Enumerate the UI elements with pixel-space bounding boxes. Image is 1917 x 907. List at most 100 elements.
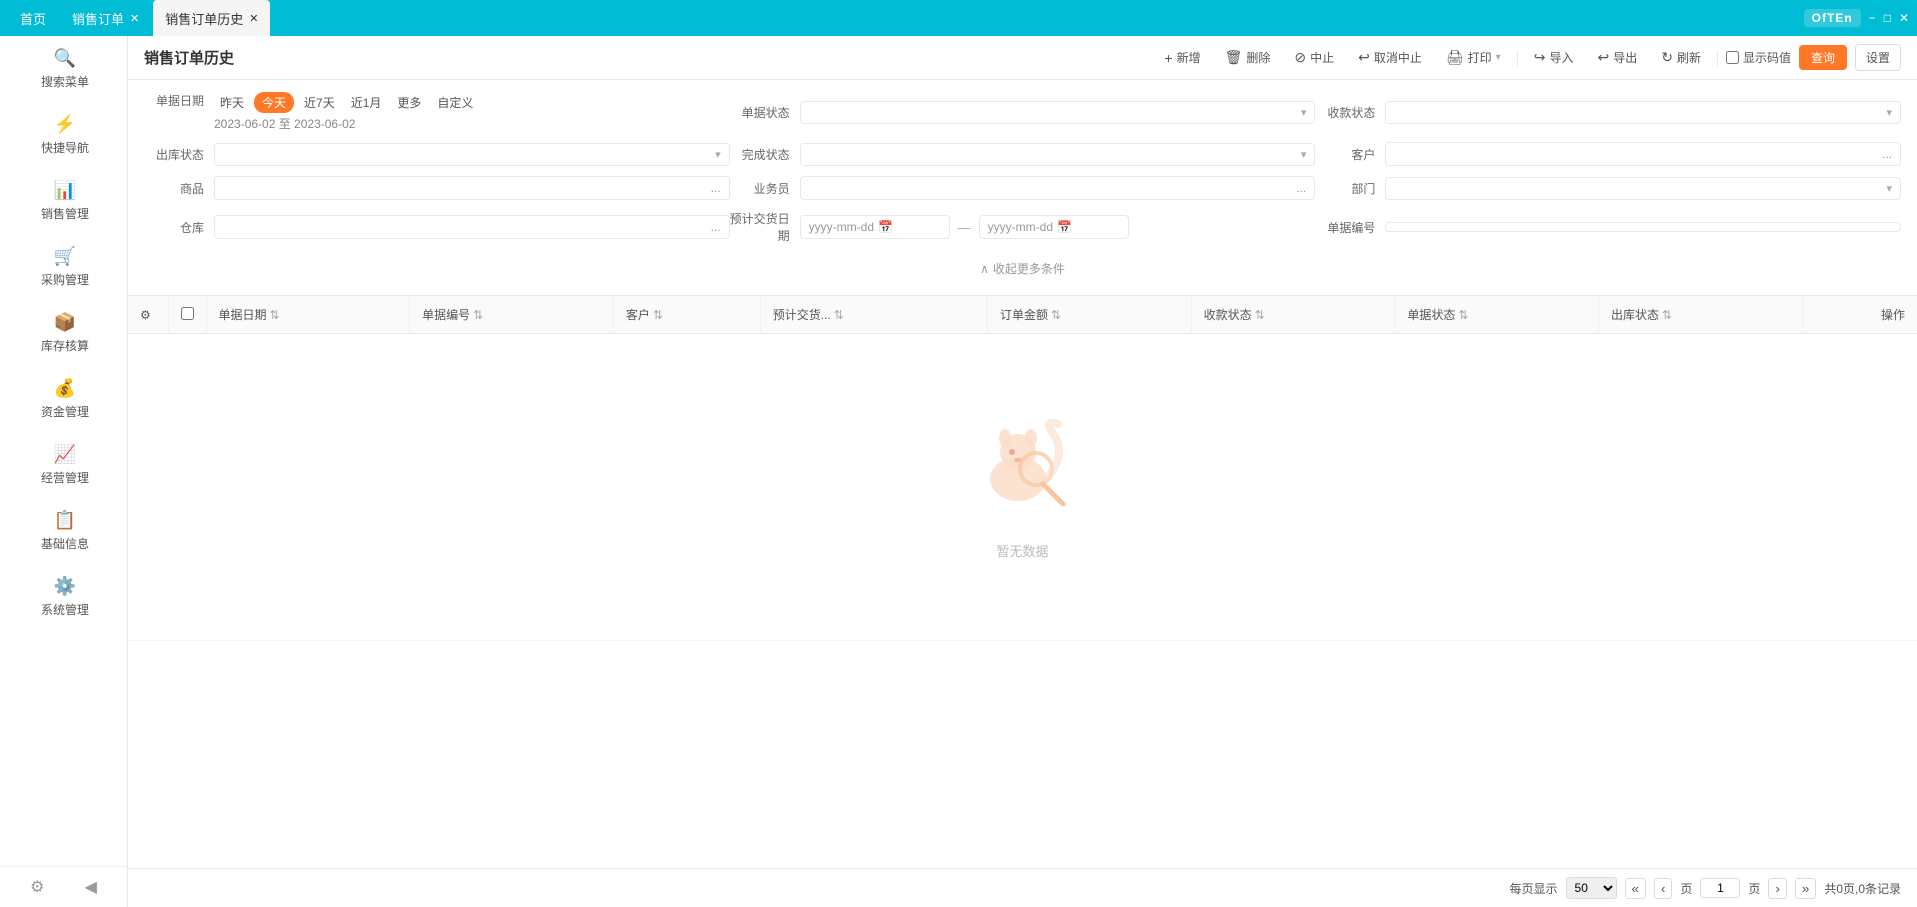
warehouse-select[interactable]: ...: [214, 215, 730, 239]
date-custom[interactable]: 自定义: [431, 92, 479, 113]
th-customer[interactable]: 客户 ⇅: [613, 296, 760, 334]
sidebar-bottom: ⚙ ◀: [0, 866, 127, 907]
th-stock-status[interactable]: 出库状态 ⇅: [1598, 296, 1802, 334]
import-button[interactable]: ↪ 导入: [1526, 45, 1582, 70]
collapse-row[interactable]: ∧ 收起更多条件: [144, 254, 1901, 283]
sidebar-label-system-mgmt: 系统管理: [41, 601, 89, 618]
delivery-date-to[interactable]: yyyy-mm-dd 📅: [979, 215, 1129, 239]
first-page-button[interactable]: «: [1625, 878, 1646, 899]
th-delivery-date[interactable]: 预计交货... ⇅: [760, 296, 987, 334]
display-cols-checkbox[interactable]: [1726, 51, 1739, 64]
date-today[interactable]: 今天: [254, 92, 294, 113]
sidebar-item-purchase-mgmt[interactable]: 🛒 采购管理: [0, 234, 127, 300]
salesperson-select[interactable]: ...: [800, 176, 1316, 200]
stop-button[interactable]: ⊘ 中止: [1286, 45, 1342, 70]
cancel-stop-label: 取消中止: [1374, 49, 1422, 66]
product-select[interactable]: ...: [214, 176, 730, 200]
completion-select[interactable]: ▾: [800, 143, 1316, 166]
prev-page-button[interactable]: ‹: [1654, 878, 1672, 899]
last-page-button[interactable]: »: [1795, 878, 1816, 899]
per-page-select[interactable]: 50 10 20 100: [1566, 877, 1617, 899]
dept-select[interactable]: ▾: [1385, 177, 1901, 200]
window-close[interactable]: ✕: [1899, 11, 1909, 25]
sidebar-label-operations: 经营管理: [41, 469, 89, 486]
sidebar-item-search-menu[interactable]: 🔍 搜索菜单: [0, 36, 127, 102]
filter-area: 单据日期 昨天 今天 近7天 近1月 更多 自定义 2023-06-02 至 2…: [128, 80, 1917, 296]
sort-order-status-icon[interactable]: ⇅: [1458, 308, 1468, 322]
salesperson-label: 业务员: [730, 180, 800, 197]
select-all-checkbox[interactable]: [181, 307, 194, 320]
refresh-button[interactable]: ↻ 刷新: [1653, 45, 1709, 70]
import-icon: ↪: [1534, 49, 1546, 66]
th-settings[interactable]: ⚙: [128, 296, 168, 334]
th-date-label: 单据日期: [219, 306, 267, 323]
toolbar: + 新增 🗑 删除 ⊘ 中止 ↩ 取消中止 🖨 打印: [1156, 44, 1901, 71]
page-label: 页: [1680, 880, 1692, 897]
th-order-status[interactable]: 单据状态 ⇅: [1395, 296, 1599, 334]
sidebar-label-purchase-mgmt: 采购管理: [41, 271, 89, 288]
empty-text: 暂无数据: [996, 541, 1048, 560]
display-cols-text: 显示码值: [1743, 49, 1791, 66]
current-page-input[interactable]: [1700, 878, 1740, 898]
th-checkbox[interactable]: [168, 296, 206, 334]
payment-status-select[interactable]: ▾: [1385, 101, 1901, 124]
import-label: 导入: [1549, 49, 1573, 66]
completion-dropdown-icon: ▾: [1301, 148, 1307, 161]
query-button[interactable]: 查询: [1799, 45, 1847, 70]
order-status-select[interactable]: ▾: [800, 101, 1316, 124]
new-button[interactable]: + 新增: [1156, 45, 1208, 70]
tab-sales-order-close[interactable]: ✕: [130, 12, 139, 25]
next-page-button[interactable]: ›: [1768, 878, 1786, 899]
sidebar-label-sales-mgmt: 销售管理: [41, 205, 89, 222]
window-minimize[interactable]: −: [1869, 11, 1876, 25]
per-page-label: 每页显示: [1510, 880, 1558, 897]
display-cols-label[interactable]: 显示码值: [1726, 49, 1791, 66]
sort-amount-icon[interactable]: ⇅: [1051, 308, 1061, 322]
order-no-input[interactable]: [1385, 222, 1901, 232]
sidebar-item-finance[interactable]: 💰 资金管理: [0, 366, 127, 432]
sort-payment-status-icon[interactable]: ⇅: [1255, 308, 1265, 322]
export-button[interactable]: ↩ 导出: [1589, 45, 1645, 70]
tab-home[interactable]: 首页: [8, 0, 58, 36]
cancel-stop-button[interactable]: ↩ 取消中止: [1350, 45, 1430, 70]
sidebar-item-quick-nav[interactable]: ⚡ 快捷导航: [0, 102, 127, 168]
tab-sales-order-history-close[interactable]: ✕: [249, 12, 258, 25]
warehouse-label: 仓库: [144, 219, 214, 236]
delete-button[interactable]: 🗑 删除: [1217, 45, 1279, 70]
date-more[interactable]: 更多: [391, 92, 427, 113]
window-maximize[interactable]: □: [1884, 11, 1891, 25]
th-amount[interactable]: 订单金额 ⇅: [988, 296, 1192, 334]
customer-select[interactable]: ...: [1385, 142, 1901, 166]
first-page-icon: «: [1632, 881, 1639, 896]
date-last1month[interactable]: 近1月: [345, 92, 388, 113]
date-last7[interactable]: 近7天: [298, 92, 341, 113]
sidebar-settings-icon[interactable]: ⚙: [30, 877, 44, 897]
tab-sales-order[interactable]: 销售订单 ✕: [60, 0, 151, 36]
date-yesterday[interactable]: 昨天: [214, 92, 250, 113]
sidebar-item-system-mgmt[interactable]: ⚙️ 系统管理: [0, 564, 127, 630]
sort-order-no-icon[interactable]: ⇅: [473, 308, 483, 322]
th-date[interactable]: 单据日期 ⇅: [206, 296, 410, 334]
sort-date-icon[interactable]: ⇅: [270, 308, 280, 322]
sort-stock-status-icon[interactable]: ⇅: [1662, 308, 1672, 322]
sidebar-collapse-icon[interactable]: ◀: [85, 877, 97, 897]
sidebar-item-inventory[interactable]: 📦 库存核算: [0, 300, 127, 366]
footer-pagination: 每页显示 50 10 20 100 « ‹ 页 页 › » 共0页,0条记录: [128, 868, 1917, 907]
export-label: 导出: [1613, 49, 1637, 66]
stock-out-select[interactable]: ▾: [214, 143, 730, 166]
print-button[interactable]: 🖨 打印 ▾: [1438, 45, 1509, 70]
th-payment-status[interactable]: 收款状态 ⇅: [1191, 296, 1395, 334]
table-settings-icon[interactable]: ⚙: [140, 308, 151, 322]
sidebar-item-sales-mgmt[interactable]: 📊 销售管理: [0, 168, 127, 234]
delivery-date-from[interactable]: yyyy-mm-dd 📅: [800, 215, 950, 239]
sort-customer-icon[interactable]: ⇅: [653, 308, 663, 322]
order-status-label: 单据状态: [730, 104, 800, 121]
sort-delivery-date-icon[interactable]: ⇅: [834, 308, 844, 322]
th-order-no[interactable]: 单据编号 ⇅: [410, 296, 614, 334]
export-icon: ↩: [1597, 49, 1609, 66]
settings-button[interactable]: 设置: [1855, 44, 1901, 71]
customer-label: 客户: [1315, 146, 1385, 163]
sidebar-item-basic-info[interactable]: 📋 基础信息: [0, 498, 127, 564]
tab-sales-order-history[interactable]: 销售订单历史 ✕: [153, 0, 270, 36]
sidebar-item-operations[interactable]: 📈 经营管理: [0, 432, 127, 498]
